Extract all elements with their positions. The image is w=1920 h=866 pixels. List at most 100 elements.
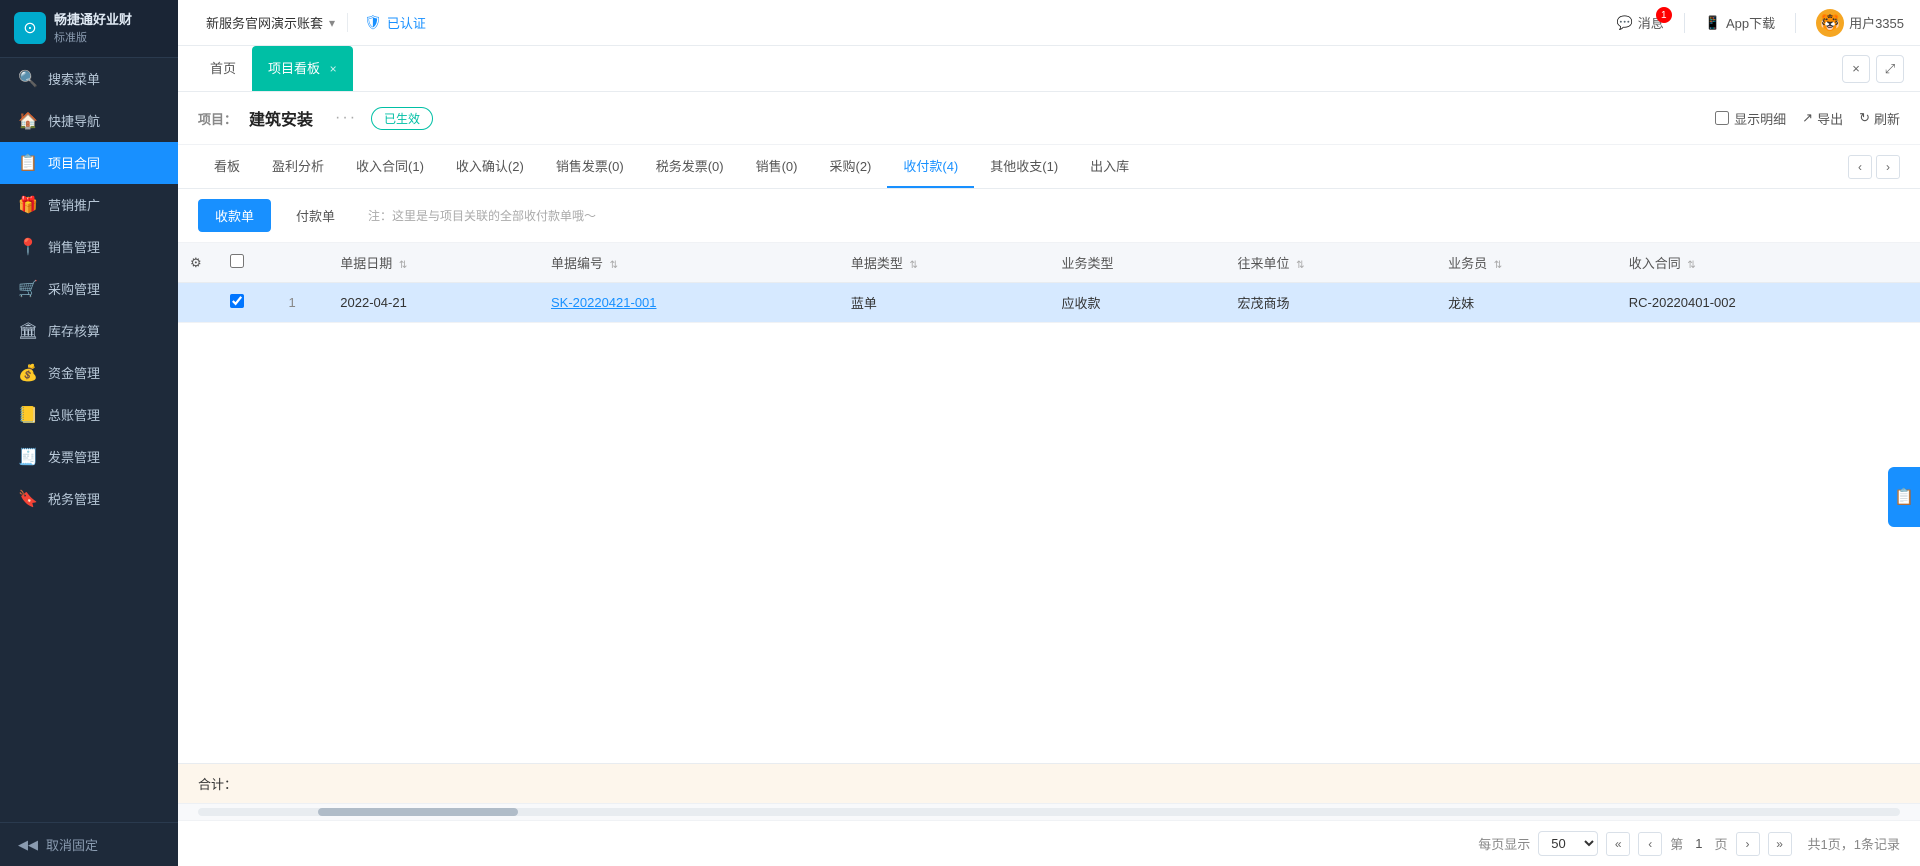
table-col-partner[interactable]: 往来单位 ⇅ bbox=[1225, 243, 1436, 283]
table-col-gear[interactable]: ⚙ bbox=[178, 243, 218, 283]
pagination-last-btn[interactable]: » bbox=[1768, 832, 1792, 856]
horizontal-scrollbar-track[interactable] bbox=[198, 808, 1900, 816]
inner-tab-receipts-label: 收款单 bbox=[215, 209, 254, 224]
table-col-salesman[interactable]: 业务员 ⇅ bbox=[1436, 243, 1617, 283]
pagination: 每页显示 50 100 200 « ‹ 第 1 页 › » 共1页，1条记录 bbox=[178, 820, 1920, 866]
expand-icon: ⤢ bbox=[1885, 61, 1895, 77]
sidebar-item-tax[interactable]: 🔖税务管理 bbox=[0, 478, 178, 520]
subtabs-prev-btn[interactable]: ‹ bbox=[1848, 155, 1872, 179]
user-btn[interactable]: 🐯 用户3355 bbox=[1816, 9, 1904, 37]
subtab-0[interactable]: 看板 bbox=[198, 145, 256, 188]
tab-expand-btn[interactable]: ⤢ bbox=[1876, 55, 1904, 83]
pagination-first-btn[interactable]: « bbox=[1606, 832, 1630, 856]
table-body: 1 2022-04-21 SK-20220421-001 蓝单 应收款 宏茂商场… bbox=[178, 283, 1920, 323]
tab-project-kanban[interactable]: 项目看板 × bbox=[252, 46, 353, 91]
inner-tab-note: 注：这里是与项目关联的全部收付款单哦～ bbox=[368, 207, 596, 224]
table-col-date[interactable]: 单据日期 ⇅ bbox=[328, 243, 539, 283]
horizontal-scrollbar-thumb[interactable] bbox=[318, 808, 518, 816]
subtabs-nav: ‹ › bbox=[1848, 155, 1900, 179]
table-col-contract[interactable]: 收入合同 ⇅ bbox=[1617, 243, 1920, 283]
page-prefix-label: 第 bbox=[1670, 834, 1683, 853]
sidebar-item-label: 资金管理 bbox=[48, 363, 100, 382]
sidebar-item-invoice[interactable]: 🧾发票管理 bbox=[0, 436, 178, 478]
table-col-type[interactable]: 单据类型 ⇅ bbox=[839, 243, 1050, 283]
quick-nav-icon: 🏠 bbox=[18, 111, 38, 131]
unpin-label: 取消固定 bbox=[46, 835, 98, 854]
show-detail-checkbox-label[interactable]: 显示明细 bbox=[1715, 109, 1786, 128]
sidebar-item-marketing[interactable]: 🎁营销推广 bbox=[0, 184, 178, 226]
certified-label: 已认证 bbox=[387, 13, 426, 32]
per-page-label: 每页显示 bbox=[1478, 834, 1530, 853]
project-more-btn[interactable]: ··· bbox=[335, 109, 357, 127]
subtab-10[interactable]: 出入库 bbox=[1074, 145, 1145, 188]
sidebar-item-label: 税务管理 bbox=[48, 489, 100, 508]
row-gear bbox=[178, 283, 218, 323]
pagination-prev-btn[interactable]: ‹ bbox=[1638, 832, 1662, 856]
table-col-code[interactable]: 单据编号 ⇅ bbox=[539, 243, 839, 283]
subtab-3[interactable]: 收入确认(2) bbox=[440, 145, 540, 188]
sidebar-item-label: 总账管理 bbox=[48, 405, 100, 424]
subtab-5[interactable]: 税务发票(0) bbox=[640, 145, 740, 188]
invoice-icon: 🧾 bbox=[18, 447, 38, 467]
sidebar-item-label: 销售管理 bbox=[48, 237, 100, 256]
float-action-btn[interactable]: 📋 bbox=[1888, 467, 1920, 527]
refresh-btn[interactable]: ↻ 刷新 bbox=[1859, 109, 1900, 128]
inventory-icon: 🏛 bbox=[18, 321, 38, 341]
subtab-1[interactable]: 盈利分析 bbox=[256, 145, 340, 188]
subtab-6[interactable]: 销售(0) bbox=[740, 145, 814, 188]
sidebar: ⊙ 畅捷通好业财 标准版 🔍搜索菜单🏠快捷导航📋项目合同🎁营销推广📍销售管理🛒采… bbox=[0, 0, 178, 866]
row-biz-type: 应收款 bbox=[1050, 283, 1226, 323]
sidebar-item-finance[interactable]: 💰资金管理 bbox=[0, 352, 178, 394]
subtab-7[interactable]: 采购(2) bbox=[813, 145, 887, 188]
subtab-8[interactable]: 收付款(4) bbox=[887, 145, 974, 188]
project-dropdown-icon: ▾ bbox=[329, 16, 335, 30]
sidebar-item-project-contract[interactable]: 📋项目合同 bbox=[0, 142, 178, 184]
purchase-mgmt-icon: 🛒 bbox=[18, 279, 38, 299]
inner-tab-payments[interactable]: 付款单 bbox=[279, 199, 352, 232]
sidebar-item-label: 采购管理 bbox=[48, 279, 100, 298]
app-logo: ⊙ bbox=[14, 12, 46, 44]
project-title: 项目： 建筑安装 bbox=[198, 106, 313, 130]
subtab-9[interactable]: 其他收支(1) bbox=[974, 145, 1074, 188]
inner-tab-receipts[interactable]: 收款单 bbox=[198, 199, 271, 232]
ledger-icon: 📒 bbox=[18, 405, 38, 425]
row-check[interactable] bbox=[218, 283, 256, 323]
project-actions: 显示明细 ↗ 导出 ↻ 刷新 bbox=[1715, 109, 1900, 128]
topbar-project-selector[interactable]: 新服务官网演示账套 ▾ bbox=[194, 13, 347, 32]
export-label: 导出 bbox=[1817, 109, 1843, 128]
table-col-check bbox=[218, 243, 256, 283]
sidebar-item-quick-nav[interactable]: 🏠 快捷导航 bbox=[0, 100, 178, 142]
show-detail-checkbox[interactable] bbox=[1715, 111, 1729, 125]
close-window-icon: × bbox=[1852, 61, 1860, 76]
shield-icon: 🛡 bbox=[364, 14, 382, 31]
sidebar-item-label: 库存核算 bbox=[48, 321, 100, 340]
refresh-label: 刷新 bbox=[1874, 109, 1900, 128]
sidebar-item-search[interactable]: 🔍搜索菜单 bbox=[0, 58, 178, 100]
sidebar-pin-toggle[interactable]: ◀◀ 取消固定 bbox=[0, 822, 178, 866]
scrollbar-row bbox=[178, 803, 1920, 820]
sidebar-item-sales-mgmt[interactable]: 📍销售管理 bbox=[0, 226, 178, 268]
select-all-checkbox[interactable] bbox=[230, 254, 244, 268]
tab-home[interactable]: 首页 bbox=[194, 46, 252, 91]
sidebar-item-purchase-mgmt[interactable]: 🛒 采购管理 bbox=[0, 268, 178, 310]
row-num: 1 bbox=[256, 283, 328, 323]
per-page-select[interactable]: 50 100 200 bbox=[1538, 831, 1598, 856]
tab-close-window-btn[interactable]: × bbox=[1842, 55, 1870, 83]
table-row[interactable]: 1 2022-04-21 SK-20220421-001 蓝单 应收款 宏茂商场… bbox=[178, 283, 1920, 323]
sidebar-item-ledger[interactable]: 📒 总账管理 bbox=[0, 394, 178, 436]
tab-close-icon[interactable]: × bbox=[330, 62, 337, 76]
subtab-2[interactable]: 收入合同(1) bbox=[340, 145, 440, 188]
export-btn[interactable]: ↗ 导出 bbox=[1802, 109, 1843, 128]
messages-btn[interactable]: 💬 消息 1 bbox=[1617, 13, 1664, 32]
subtabs-next-btn[interactable]: › bbox=[1876, 155, 1900, 179]
sidebar-item-inventory[interactable]: 🏛 库存核算 bbox=[0, 310, 178, 352]
prev-page-icon: ‹ bbox=[1648, 837, 1652, 851]
subtab-4[interactable]: 销售发票(0) bbox=[540, 145, 640, 188]
topbar-certified-badge: 🛡 已认证 bbox=[347, 13, 442, 32]
sidebar-item-label: 快捷导航 bbox=[48, 111, 100, 130]
row-checkbox[interactable] bbox=[230, 294, 244, 308]
row-code[interactable]: SK-20220421-001 bbox=[539, 283, 839, 323]
app-download-btn[interactable]: 📱 App下载 bbox=[1705, 13, 1775, 32]
pagination-next-btn[interactable]: › bbox=[1736, 832, 1760, 856]
project-prefix: 项目： bbox=[198, 109, 237, 128]
